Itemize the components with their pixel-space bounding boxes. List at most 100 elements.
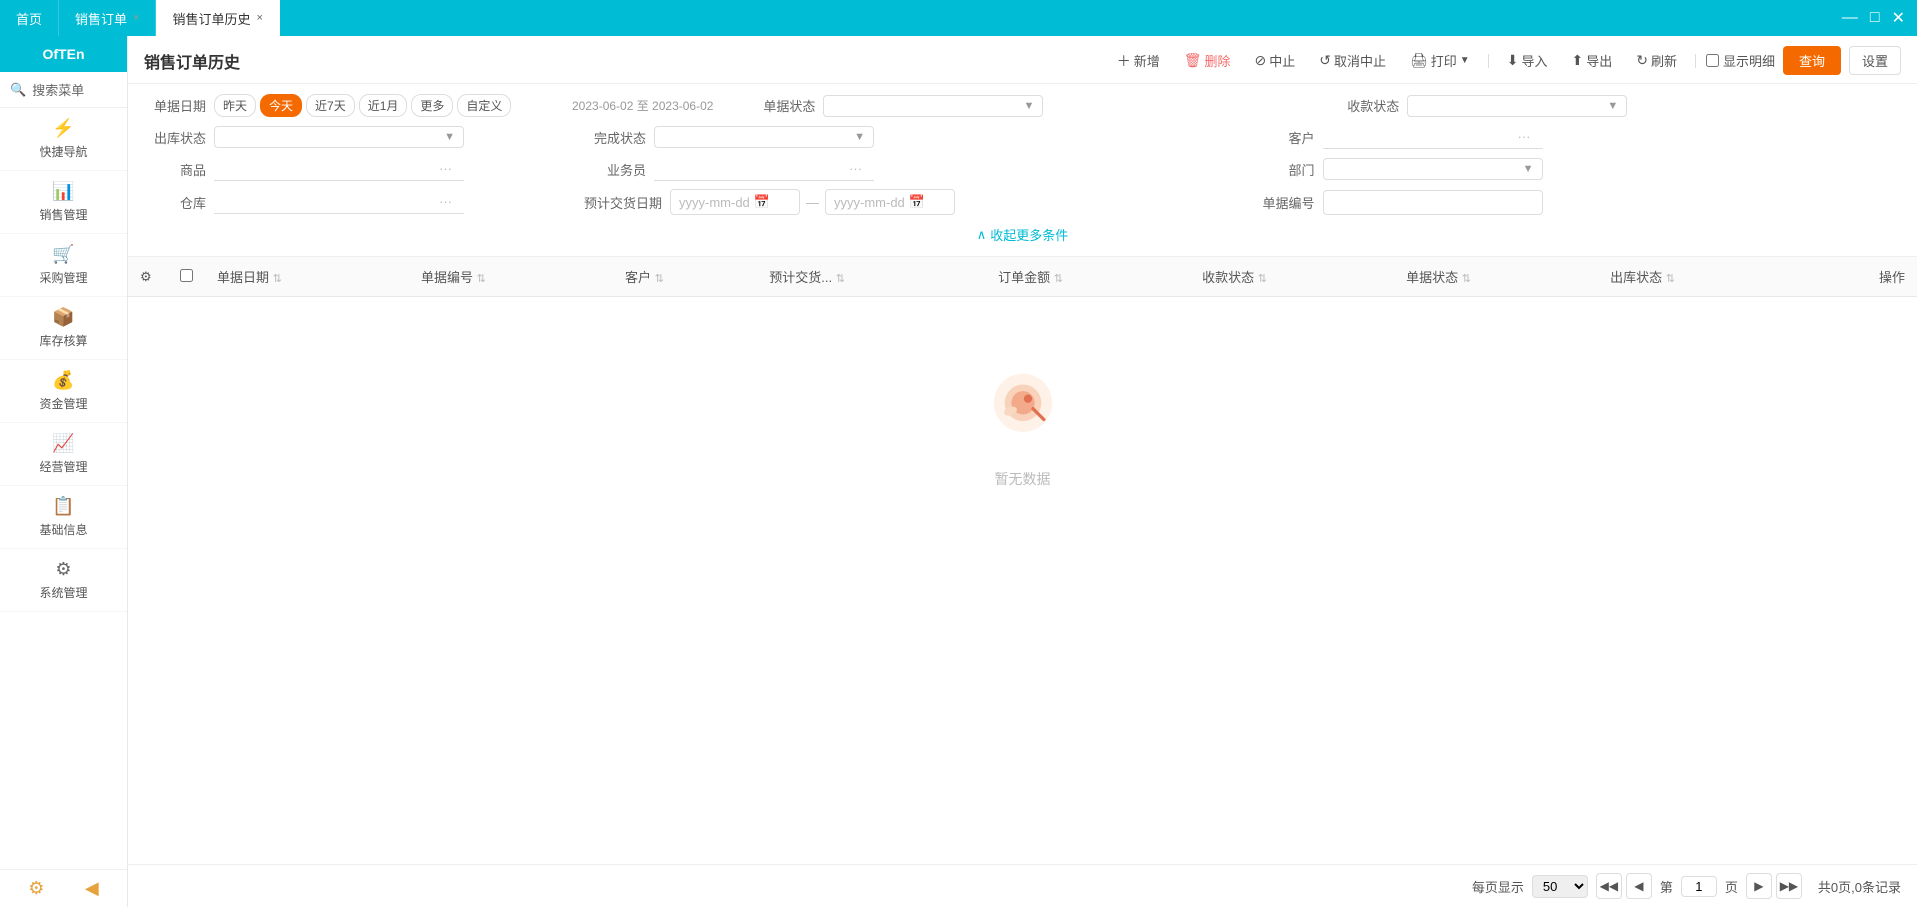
today-btn[interactable]: 今天	[260, 94, 302, 117]
settings-bottom-icon[interactable]: ⚙	[28, 878, 44, 899]
filter-col-outbound: 出库状态 ▼	[144, 126, 564, 148]
display-columns-checkbox[interactable]	[1706, 54, 1719, 67]
sidebar-logo: OfTEn	[0, 36, 127, 72]
th-payment-status[interactable]: 收款状态 ⇅	[1190, 257, 1394, 297]
th-outbound-status[interactable]: 出库状态 ⇅	[1598, 257, 1802, 297]
th-doc-date-label: 单据日期	[217, 270, 269, 285]
sidebar-item-3[interactable]: 📦 库存核算	[0, 297, 127, 360]
print-button[interactable]: 🖨 打印 ▼	[1402, 47, 1478, 74]
import-icon: ⬇	[1507, 52, 1519, 69]
sidebar-bottom: ⚙ ◀	[0, 869, 127, 907]
delivery-date-start[interactable]: yyyy-mm-dd 📅	[670, 189, 800, 215]
sidebar-item-4[interactable]: 💰 资金管理	[0, 360, 127, 423]
sidebar-item-7[interactable]: ⚙ 系统管理	[0, 549, 127, 612]
top-tab-2[interactable]: 销售订单历史×	[156, 0, 279, 36]
tab-close-icon-2[interactable]: ×	[256, 12, 262, 24]
salesperson-select[interactable]: ···	[654, 157, 874, 181]
table-settings-icon[interactable]: ⚙	[140, 269, 152, 284]
customer-select[interactable]: ···	[1323, 125, 1543, 149]
next-page-btn[interactable]: ▶	[1746, 873, 1772, 899]
date-range-display: 2023-06-02 至 2023-06-02	[572, 97, 713, 114]
toolbar: ＋ 新增 🗑 删除 ⊘ 中止 ↺ 取消中止 🖨 打印	[1109, 46, 1901, 75]
7days-btn[interactable]: 近7天	[306, 94, 355, 117]
sidebar-item-6[interactable]: 📋 基础信息	[0, 486, 127, 549]
th-check[interactable]	[168, 257, 205, 297]
delivery-date-label: 预计交货日期	[584, 193, 670, 212]
setting-button[interactable]: 设置	[1849, 46, 1901, 75]
salesperson-dots-icon[interactable]: ···	[845, 161, 866, 176]
complete-select[interactable]: ▼	[654, 126, 874, 148]
delivery-date-end[interactable]: yyyy-mm-dd 📅	[825, 189, 955, 215]
th-outbound-status-sort-icon: ⇅	[1666, 273, 1675, 285]
sidebar-label-6: 基础信息	[39, 521, 87, 538]
display-columns-check[interactable]: 显示明细	[1706, 51, 1775, 70]
sidebar-label-2: 采购管理	[39, 269, 87, 286]
doc-number-input[interactable]	[1323, 190, 1543, 215]
th-doc-date[interactable]: 单据日期 ⇅	[205, 257, 409, 297]
th-order-amount[interactable]: 订单金额 ⇅	[986, 257, 1190, 297]
delete-button[interactable]: 🗑 删除	[1176, 47, 1239, 74]
more-btn[interactable]: 更多	[411, 94, 453, 117]
sidebar-item-1[interactable]: 📊 销售管理	[0, 171, 127, 234]
th-doc-status[interactable]: 单据状态 ⇅	[1394, 257, 1598, 297]
product-dots-icon[interactable]: ···	[435, 161, 456, 176]
outbound-select[interactable]: ▼	[214, 126, 464, 148]
top-tab-1[interactable]: 销售订单×	[59, 0, 156, 36]
window-controls: — □ ✕	[1838, 4, 1917, 32]
minimize-icon[interactable]: —	[1838, 5, 1862, 31]
filter-col-payment-status: 收款状态 ▼	[1337, 95, 1901, 117]
yesterday-btn[interactable]: 昨天	[214, 94, 256, 117]
refresh-icon: ↻	[1636, 52, 1648, 69]
sidebar-search[interactable]: 🔍 搜索菜单	[0, 72, 127, 108]
warehouse-select[interactable]: ···	[214, 190, 464, 214]
customer-label: 客户	[1253, 128, 1323, 147]
sidebar-label-3: 库存核算	[39, 332, 87, 349]
filter-col-salesperson: 业务员 ···	[584, 157, 1233, 181]
th-payment-status-sort-icon: ⇅	[1258, 273, 1267, 285]
page-size-select[interactable]: 50 10 20 100	[1532, 875, 1588, 898]
sidebar-item-5[interactable]: 📈 经营管理	[0, 423, 127, 486]
sidebar-item-2[interactable]: 🛒 采购管理	[0, 234, 127, 297]
outbound-arrow-icon: ▼	[444, 131, 455, 143]
page-num-input[interactable]	[1681, 876, 1717, 897]
first-page-btn[interactable]: ◀◀	[1596, 873, 1622, 899]
top-tab-0[interactable]: 首页	[0, 0, 59, 36]
sidebar: OfTEn 🔍 搜索菜单 ⚡ 快捷导航 📊 销售管理 🛒 采购管理 📦 库存核算…	[0, 36, 128, 907]
salesperson-label: 业务员	[584, 160, 654, 179]
tab-close-icon-1[interactable]: ×	[133, 12, 139, 24]
th-order-amount-sort-icon: ⇅	[1054, 273, 1063, 285]
product-select[interactable]: ···	[214, 157, 464, 181]
maximize-icon[interactable]: □	[1866, 5, 1884, 31]
cancel-stop-label: 取消中止	[1334, 51, 1386, 70]
sidebar-items: ⚡ 快捷导航 📊 销售管理 🛒 采购管理 📦 库存核算 💰 资金管理 📈 经营管…	[0, 108, 127, 612]
warehouse-dots-icon[interactable]: ···	[435, 194, 456, 209]
collapse-more-btn[interactable]: ∧ 收起更多条件	[144, 223, 1901, 246]
cancel-stop-button[interactable]: ↺ 取消中止	[1311, 47, 1394, 74]
query-button[interactable]: 查询	[1783, 46, 1841, 75]
delete-icon: 🗑	[1184, 52, 1202, 69]
refresh-button[interactable]: ↻ 刷新	[1628, 47, 1685, 74]
last-page-btn[interactable]: ▶▶	[1776, 873, 1802, 899]
empty-state: 暂无数据	[128, 297, 1917, 549]
custom-btn[interactable]: 自定义	[457, 94, 511, 117]
select-all-checkbox[interactable]	[180, 269, 193, 282]
doc-status-select[interactable]: ▼	[823, 95, 1043, 117]
new-label: 新增	[1134, 51, 1160, 70]
payment-status-select[interactable]: ▼	[1407, 95, 1627, 117]
import-button[interactable]: ⬇ 导入	[1499, 47, 1556, 74]
th-customer[interactable]: 客户 ⇅	[613, 257, 757, 297]
new-button[interactable]: ＋ 新增	[1109, 47, 1168, 75]
th-doc-number[interactable]: 单据编号 ⇅	[409, 257, 613, 297]
stop-button[interactable]: ⊘ 中止	[1247, 47, 1304, 74]
export-button[interactable]: ⬆ 导出	[1563, 47, 1620, 74]
customer-dots-icon[interactable]: ···	[1514, 129, 1535, 144]
payment-status-arrow-icon: ▼	[1607, 100, 1618, 112]
th-delivery-date[interactable]: 预计交货... ⇅	[757, 257, 986, 297]
1month-btn[interactable]: 近1月	[359, 94, 408, 117]
collapse-sidebar-icon[interactable]: ◀	[85, 878, 99, 899]
th-setting[interactable]: ⚙	[128, 257, 168, 297]
prev-page-btn[interactable]: ◀	[1626, 873, 1652, 899]
department-select[interactable]: ▼	[1323, 158, 1543, 180]
window-close-icon[interactable]: ✕	[1888, 4, 1909, 32]
sidebar-item-0[interactable]: ⚡ 快捷导航	[0, 108, 127, 171]
